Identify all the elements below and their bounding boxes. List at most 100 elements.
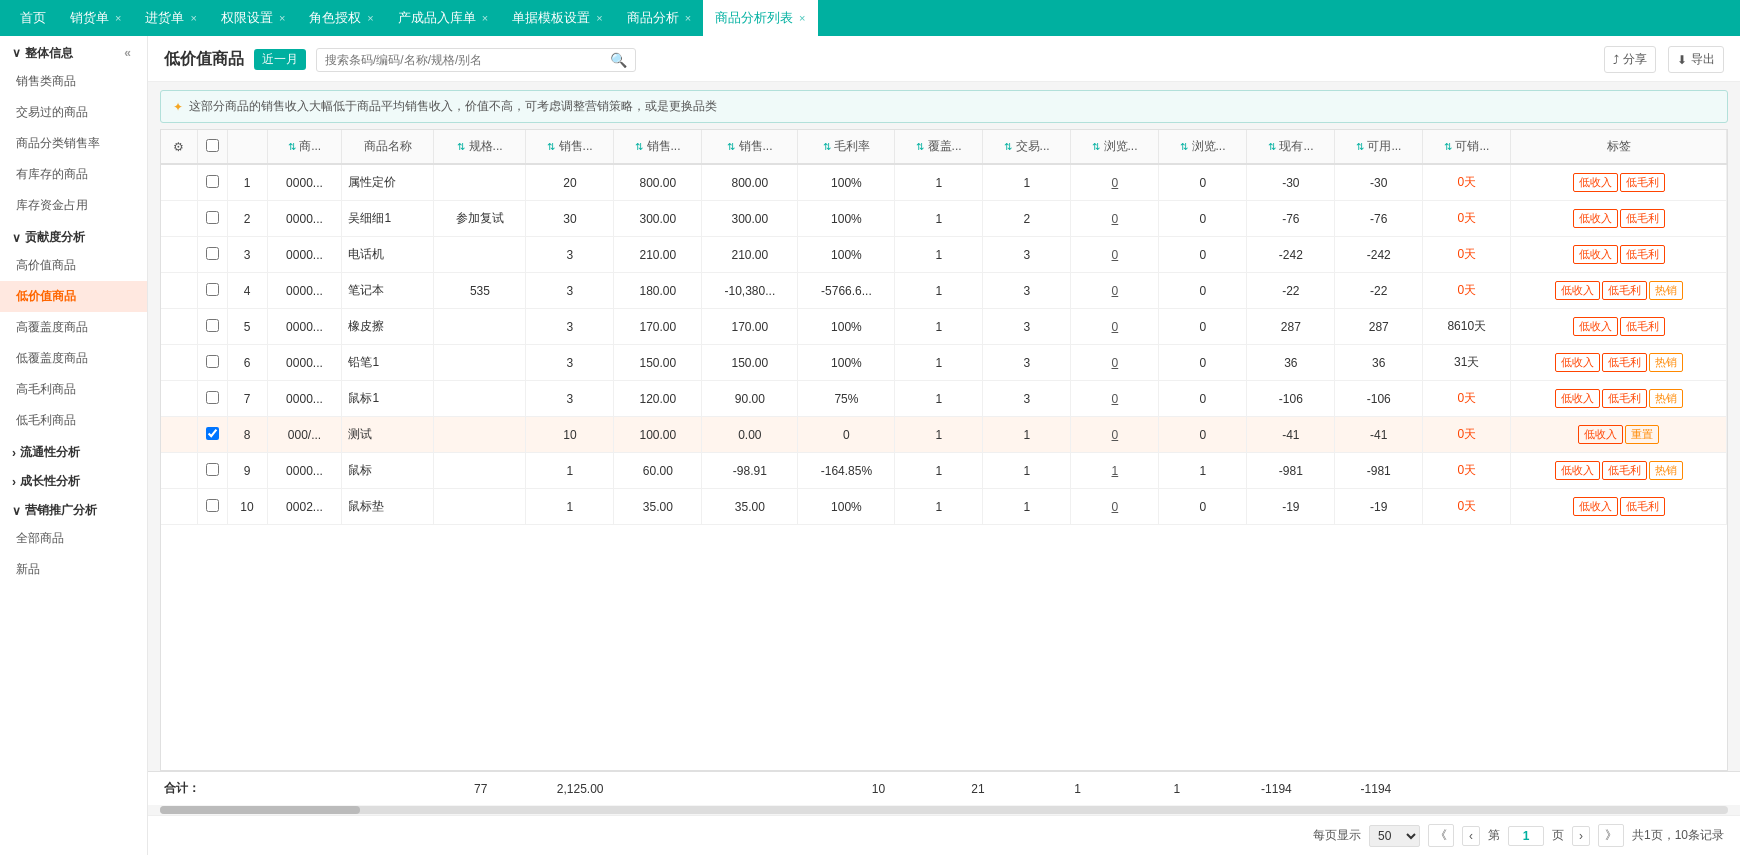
row-checkbox[interactable] <box>206 499 219 512</box>
row-checkbox[interactable] <box>206 319 219 332</box>
prev-page-btn[interactable]: ‹ <box>1462 826 1480 846</box>
row-checkbox[interactable] <box>206 247 219 260</box>
checkbox-cell[interactable] <box>197 381 227 417</box>
spec-column-header[interactable]: ⇅ 规格... <box>434 130 526 164</box>
browse2-column-header[interactable]: ⇅ 浏览... <box>1159 130 1247 164</box>
next-page-btn[interactable]: › <box>1572 826 1590 846</box>
nav-template[interactable]: 单据模板设置 × <box>500 0 614 36</box>
time-filter-btn[interactable]: 近一月 <box>254 49 306 70</box>
nav-analysis-list[interactable]: 商品分析列表 × <box>703 0 817 36</box>
sidebar-group-growth[interactable]: › 成长性分析 <box>0 465 147 494</box>
sidebar-item-high-value[interactable]: 高价值商品 <box>0 250 147 281</box>
browse1-link[interactable]: 1 <box>1112 464 1119 478</box>
row-checkbox[interactable] <box>206 463 219 476</box>
code-column-header[interactable]: ⇅ 商... <box>267 130 342 164</box>
nav-permissions[interactable]: 权限设置 × <box>209 0 297 36</box>
row-checkbox[interactable] <box>206 175 219 188</box>
sidebar-group-overall[interactable]: ∨ 整体信息 « <box>0 36 147 66</box>
checkbox-cell[interactable] <box>197 273 227 309</box>
checkbox-cell[interactable] <box>197 237 227 273</box>
gross-rate-column-header[interactable]: ⇅ 毛利率 <box>798 130 895 164</box>
nav-products[interactable]: 产成品入库单 × <box>386 0 500 36</box>
transactions-column-header[interactable]: ⇅ 交易... <box>983 130 1071 164</box>
browse1-link[interactable]: 0 <box>1112 248 1119 262</box>
nav-purchase[interactable]: 进货单 × <box>133 0 208 36</box>
page-input[interactable] <box>1508 826 1544 846</box>
browse1-link[interactable]: 0 <box>1112 176 1119 190</box>
sidebar-item-stock-goods[interactable]: 有库存的商品 <box>0 159 147 190</box>
close-icon[interactable]: × <box>799 12 805 24</box>
browse1-link[interactable]: 0 <box>1112 392 1119 406</box>
sidebar-group-contribution[interactable]: ∨ 贡献度分析 <box>0 221 147 250</box>
sidebar-item-stock-capital[interactable]: 库存资金占用 <box>0 190 147 221</box>
close-icon[interactable]: × <box>482 12 488 24</box>
sidebar-item-high-coverage[interactable]: 高覆盖度商品 <box>0 312 147 343</box>
sidebar-group-flow[interactable]: › 流通性分析 <box>0 436 147 465</box>
browse1-link[interactable]: 0 <box>1112 320 1119 334</box>
sidebar-item-all-goods[interactable]: 全部商品 <box>0 523 147 554</box>
settings-column-header[interactable]: ⚙ <box>161 130 197 164</box>
available-column-header[interactable]: ⇅ 可用... <box>1335 130 1423 164</box>
scroll-thumb[interactable] <box>160 806 360 814</box>
sidebar-item-new-goods[interactable]: 新品 <box>0 554 147 585</box>
checkbox-cell[interactable] <box>197 489 227 525</box>
sidebar-item-low-coverage[interactable]: 低覆盖度商品 <box>0 343 147 374</box>
sidebar-collapse-btn[interactable]: « <box>120 44 135 62</box>
coverage-column-header[interactable]: ⇅ 覆盖... <box>895 130 983 164</box>
checkbox-cell[interactable] <box>197 164 227 201</box>
browse1-cell[interactable]: 0 <box>1071 164 1159 201</box>
browse1-link[interactable]: 0 <box>1112 356 1119 370</box>
close-icon[interactable]: × <box>115 12 121 24</box>
sidebar-group-marketing[interactable]: ∨ 营销推广分析 <box>0 494 147 523</box>
nav-home[interactable]: 首页 <box>8 0 58 36</box>
nav-sales[interactable]: 销货单 × <box>58 0 133 36</box>
sidebar-item-category-sales[interactable]: 商品分类销售率 <box>0 128 147 159</box>
search-icon[interactable]: 🔍 <box>610 52 627 68</box>
browse1-link[interactable]: 0 <box>1112 500 1119 514</box>
row-checkbox[interactable] <box>206 283 219 296</box>
search-input[interactable] <box>325 53 610 67</box>
browse1-cell[interactable]: 0 <box>1071 489 1159 525</box>
first-page-btn[interactable]: 《 <box>1428 824 1454 847</box>
browse1-cell[interactable]: 0 <box>1071 237 1159 273</box>
sidebar-item-low-value[interactable]: 低价值商品 <box>0 281 147 312</box>
close-icon[interactable]: × <box>190 12 196 24</box>
close-icon[interactable]: × <box>367 12 373 24</box>
browse1-cell[interactable]: 0 <box>1071 381 1159 417</box>
browse1-cell[interactable]: 0 <box>1071 345 1159 381</box>
sidebar-item-sales-goods[interactable]: 销售类商品 <box>0 66 147 97</box>
sales-amount-column-header[interactable]: ⇅ 销售... <box>614 130 702 164</box>
row-checkbox[interactable] <box>206 355 219 368</box>
close-icon[interactable]: × <box>279 12 285 24</box>
select-all-checkbox[interactable] <box>206 139 219 152</box>
nav-roles[interactable]: 角色授权 × <box>297 0 385 36</box>
per-page-select[interactable]: 50 20 100 <box>1369 825 1420 847</box>
browse1-cell[interactable]: 1 <box>1071 453 1159 489</box>
row-checkbox[interactable] <box>206 391 219 404</box>
row-checkbox[interactable] <box>206 211 219 224</box>
nav-analysis[interactable]: 商品分析 × <box>615 0 703 36</box>
sidebar-item-low-margin[interactable]: 低毛利商品 <box>0 405 147 436</box>
close-icon[interactable]: × <box>596 12 602 24</box>
checkbox-cell[interactable] <box>197 453 227 489</box>
sales-qty-column-header[interactable]: ⇅ 销售... <box>526 130 614 164</box>
browse1-cell[interactable]: 0 <box>1071 201 1159 237</box>
current-column-header[interactable]: ⇅ 现有... <box>1247 130 1335 164</box>
browse1-cell[interactable]: 0 <box>1071 273 1159 309</box>
sales-avg-column-header[interactable]: ⇅ 销售... <box>702 130 798 164</box>
horizontal-scrollbar[interactable] <box>160 805 1728 815</box>
checkbox-cell[interactable] <box>197 201 227 237</box>
saleable-column-header[interactable]: ⇅ 可销... <box>1423 130 1511 164</box>
checkbox-cell[interactable] <box>197 345 227 381</box>
browse1-link[interactable]: 0 <box>1112 212 1119 226</box>
browse1-link[interactable]: 0 <box>1112 428 1119 442</box>
row-checkbox[interactable] <box>206 427 219 440</box>
browse1-link[interactable]: 0 <box>1112 284 1119 298</box>
share-button[interactable]: ⤴ 分享 <box>1604 46 1656 73</box>
browse1-cell[interactable]: 0 <box>1071 309 1159 345</box>
export-button[interactable]: ⬇ 导出 <box>1668 46 1724 73</box>
sidebar-item-high-margin[interactable]: 高毛利商品 <box>0 374 147 405</box>
close-icon[interactable]: × <box>685 12 691 24</box>
checkbox-cell[interactable] <box>197 309 227 345</box>
browse1-cell[interactable]: 0 <box>1071 417 1159 453</box>
